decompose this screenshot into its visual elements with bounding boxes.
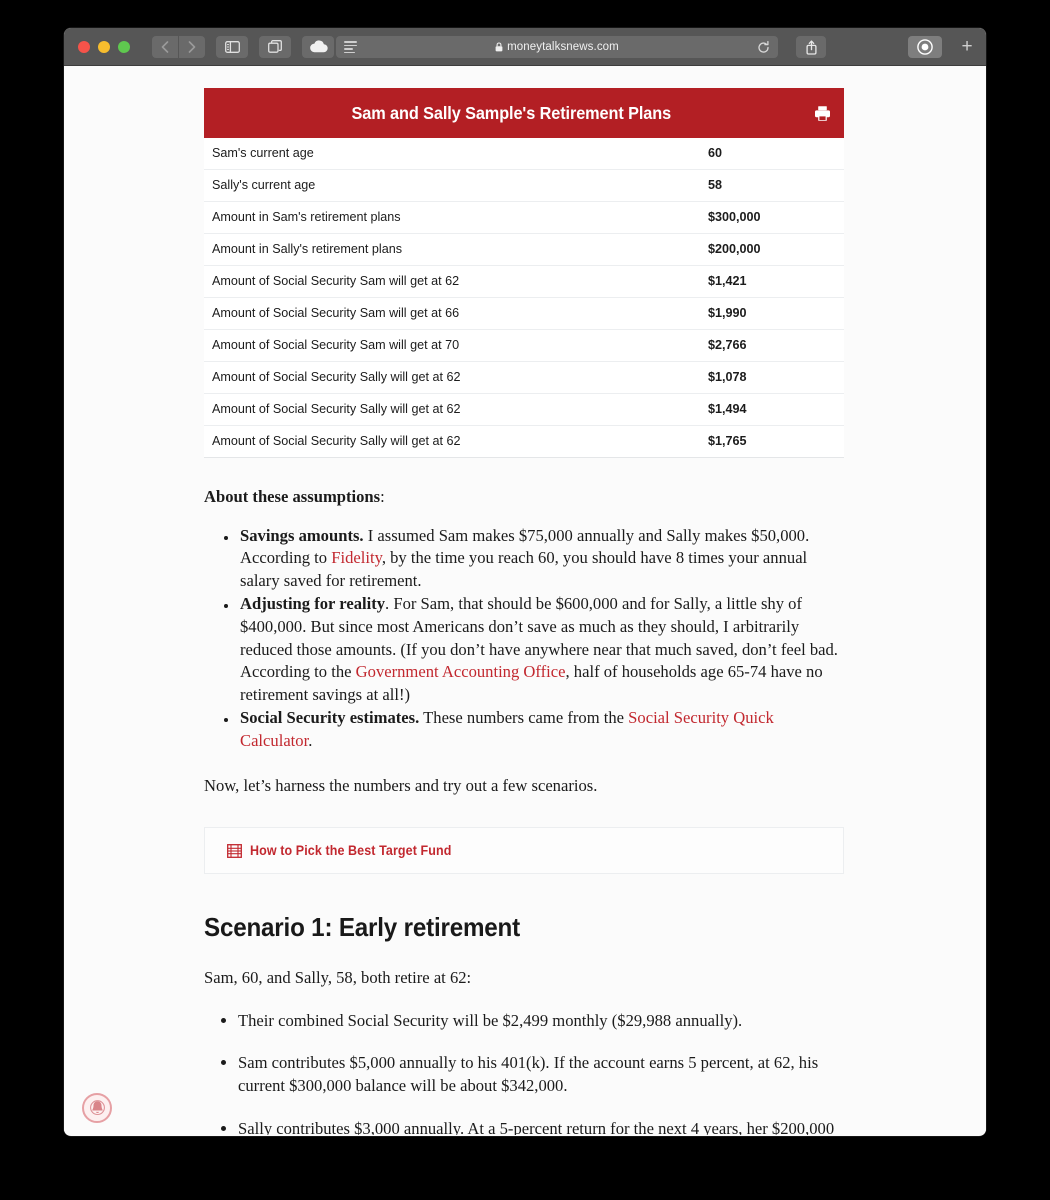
tab-overview-button[interactable] bbox=[908, 36, 942, 58]
bullet-text-cont: . bbox=[308, 730, 313, 750]
share-button[interactable] bbox=[796, 36, 826, 58]
row-value: 58 bbox=[708, 178, 723, 192]
bullet-lead: Social Security estimates. bbox=[240, 708, 420, 728]
row-value: $1,078 bbox=[708, 370, 747, 384]
list-item: Sally contributes $3,000 annually. At a … bbox=[238, 1118, 844, 1136]
table-body: Sam's current age 60 Sally's current age 5… bbox=[204, 138, 844, 458]
table-row: Amount of Social Security Sally will get… bbox=[204, 362, 844, 394]
printer-icon bbox=[814, 105, 830, 121]
back-button[interactable] bbox=[152, 35, 178, 58]
film-strip-icon bbox=[227, 843, 242, 858]
list-item: Sam contributes $5,000 annually to his 4… bbox=[238, 1052, 844, 1097]
share-icon bbox=[805, 39, 817, 55]
table-row: Amount of Social Security Sally will get… bbox=[204, 394, 844, 426]
row-value: $1,990 bbox=[708, 306, 747, 320]
row-value: $2,766 bbox=[708, 338, 747, 352]
table-row: Amount of Social Security Sally will get… bbox=[204, 426, 844, 458]
navigation-buttons bbox=[152, 35, 205, 58]
browser-toolbar: moneytalksnews.com + bbox=[64, 28, 986, 66]
bullet-lead: Adjusting for reality bbox=[240, 594, 386, 614]
assumptions-heading-bold: About these assumptions bbox=[204, 487, 381, 506]
row-value: $1,421 bbox=[708, 274, 747, 288]
row-label: Amount of Social Security Sam will get a… bbox=[212, 306, 460, 320]
reload-button[interactable] bbox=[754, 38, 772, 56]
row-value: 60 bbox=[708, 146, 723, 160]
minimize-window-button[interactable] bbox=[98, 40, 110, 53]
forward-button[interactable] bbox=[179, 35, 205, 58]
gao-link[interactable]: Government Accounting Office bbox=[356, 662, 566, 681]
url-text: moneytalksnews.com bbox=[507, 41, 619, 53]
bullet-text: These numbers came from the bbox=[419, 708, 629, 728]
row-value: $1,765 bbox=[708, 434, 747, 448]
row-label: Amount of Social Security Sam will get a… bbox=[212, 274, 460, 288]
table-title: Sam and Sally Sample's Retirement Plans bbox=[351, 102, 672, 123]
show-tab-overview-button[interactable] bbox=[259, 35, 291, 58]
table-row: Amount in Sam's retirement plans $300,000 bbox=[204, 202, 844, 234]
sidebar-icon bbox=[224, 40, 240, 53]
row-label: Sam's current age bbox=[212, 146, 314, 160]
table-row: Amount of Social Security Sam will get a… bbox=[204, 266, 844, 298]
assumptions-list: Savings amounts. I assumed Sam makes $75… bbox=[204, 525, 844, 753]
row-label: Amount in Sam's retirement plans bbox=[212, 210, 401, 224]
list-item: Their combined Social Security will be $… bbox=[238, 1010, 844, 1033]
assumptions-heading: About these assumptions: bbox=[204, 486, 844, 509]
list-item: Adjusting for reality. For Sam, that sho… bbox=[238, 593, 844, 706]
lock-icon bbox=[495, 42, 503, 52]
table-row: Amount of Social Security Sam will get a… bbox=[204, 298, 844, 330]
film-icon bbox=[227, 843, 242, 858]
print-button[interactable] bbox=[800, 105, 844, 122]
list-item: Social Security estimates. These numbers… bbox=[238, 707, 844, 752]
row-label: Amount of Social Security Sally will get… bbox=[212, 370, 461, 384]
row-value: $1,494 bbox=[708, 402, 747, 416]
url-display: moneytalksnews.com bbox=[336, 41, 778, 53]
chevron-left-icon bbox=[161, 40, 169, 53]
assumptions-heading-colon: : bbox=[380, 487, 385, 506]
tab-group-circle-icon bbox=[917, 39, 933, 55]
close-window-button[interactable] bbox=[78, 40, 90, 53]
table-row: Sam's current age 60 bbox=[204, 138, 844, 170]
related-article-link[interactable]: How to Pick the Best Target Fund bbox=[250, 843, 451, 858]
row-label: Amount of Social Security Sally will get… bbox=[212, 434, 461, 448]
address-bar[interactable]: moneytalksnews.com bbox=[336, 36, 778, 58]
maximize-window-button[interactable] bbox=[118, 40, 130, 53]
related-article-box[interactable]: How to Pick the Best Target Fund bbox=[204, 827, 844, 875]
row-value: $200,000 bbox=[708, 242, 761, 256]
table-row: Amount in Sally's retirement plans $200,0… bbox=[204, 234, 844, 266]
row-label: Amount of Social Security Sally will get… bbox=[212, 402, 461, 416]
article-content: Sam and Sally Sample's Retirement Plans … bbox=[204, 88, 844, 1135]
scenario-heading: Scenario 1: Early retirement bbox=[204, 912, 520, 943]
window-controls bbox=[64, 40, 130, 53]
notification-bubble-button[interactable] bbox=[82, 1093, 112, 1123]
scenario-intro: Sam, 60, and Sally, 58, both retire at 6… bbox=[204, 968, 472, 988]
chevron-right-icon bbox=[188, 40, 196, 53]
scenario-list: Their combined Social Security will be $… bbox=[204, 1010, 844, 1135]
new-tab-label: + bbox=[961, 36, 973, 57]
tabs-icon bbox=[268, 40, 282, 53]
row-value: $300,000 bbox=[708, 210, 761, 224]
list-item: Savings amounts. I assumed Sam makes $75… bbox=[238, 525, 844, 593]
new-tab-button[interactable]: + bbox=[956, 36, 978, 58]
fidelity-link[interactable]: Fidelity bbox=[331, 548, 382, 567]
table-row: Sally's current age 58 bbox=[204, 170, 844, 202]
icloud-tabs-button[interactable] bbox=[302, 35, 334, 58]
row-label: Sally's current age bbox=[212, 178, 316, 192]
table-row: Amount of Social Security Sam will get a… bbox=[204, 330, 844, 362]
now-paragraph: Now, let’s harness the numbers and try o… bbox=[204, 775, 598, 795]
web-page: Sam and Sally Sample's Retirement Plans … bbox=[64, 66, 986, 1135]
sidebar-toggle-button[interactable] bbox=[216, 35, 248, 58]
retirement-plans-table-header: Sam and Sally Sample's Retirement Plans bbox=[204, 88, 844, 138]
bell-icon bbox=[89, 1100, 105, 1116]
reload-icon bbox=[757, 40, 769, 53]
browser-window: moneytalksnews.com + Sam and Sally Sampl… bbox=[64, 28, 986, 1136]
bullet-lead: Savings amounts. bbox=[240, 525, 364, 545]
retirement-plans-table: Sam's current age 60 Sally's current age 5… bbox=[204, 138, 844, 458]
cloud-icon bbox=[309, 40, 328, 53]
row-label: Amount in Sally's retirement plans bbox=[212, 242, 402, 256]
row-label: Amount of Social Security Sam will get a… bbox=[212, 338, 460, 352]
